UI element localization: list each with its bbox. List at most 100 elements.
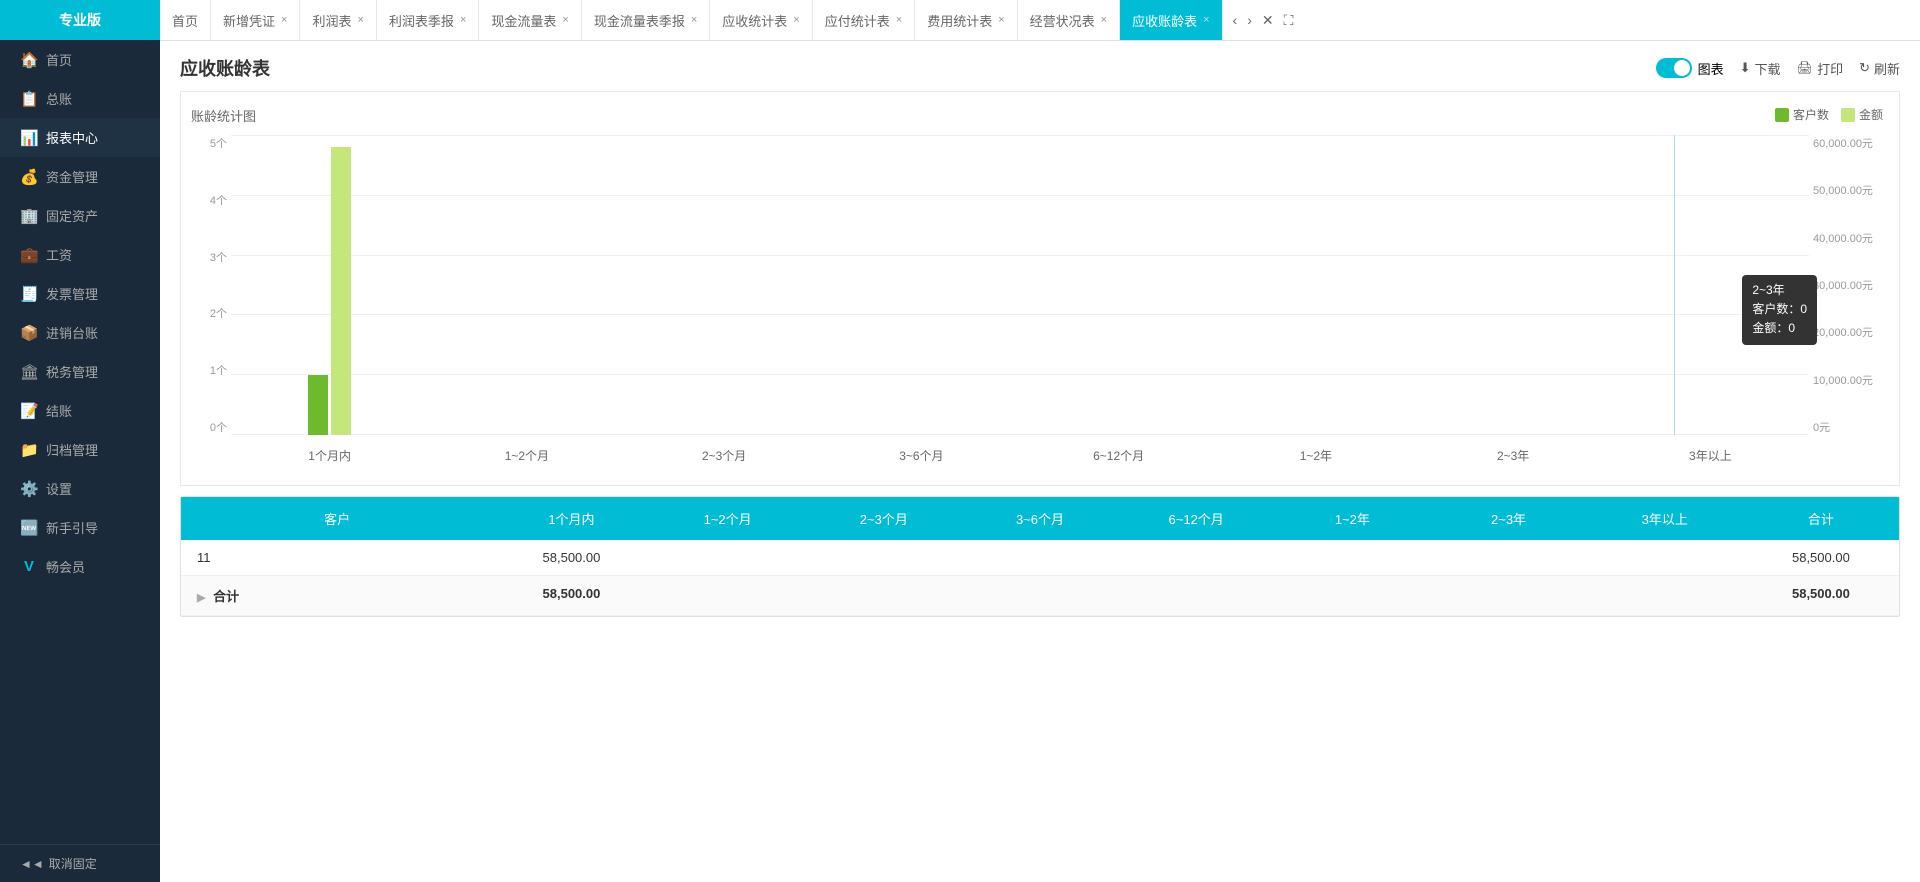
sidebar-item-report[interactable]: 📊 报表中心 [0, 118, 160, 157]
vip-icon: V [20, 558, 38, 575]
sidebar-item-archive[interactable]: 📁 归档管理 [0, 430, 160, 469]
tab-cashflow[interactable]: 现金流量表 × [479, 0, 581, 40]
x-label-36month: 3~6个月 [823, 435, 1020, 475]
sidebar-item-stock[interactable]: 📦 进销台账 [0, 313, 160, 352]
report-icon: 📊 [20, 129, 38, 147]
y-left-label-5: 5个 [210, 135, 227, 151]
legend-amount: 金额 [1841, 106, 1883, 123]
sidebar-label-vip: 畅会员 [46, 557, 85, 576]
tab-expense-stat[interactable]: 费用统计表 × [915, 0, 1017, 40]
chart-legend: 客户数 金额 [1775, 106, 1883, 123]
cell-m12-11 [650, 540, 806, 575]
bar-group-1month [231, 135, 428, 435]
tab-prev-button[interactable]: ‹ [1229, 10, 1242, 30]
tab-profit[interactable]: 利润表 × [300, 0, 376, 40]
col-header-m12: 1~2个月 [650, 497, 806, 540]
tab-cashflow-q[interactable]: 现金流量表季报 × [582, 0, 710, 40]
tab-new-voucher-label: 新增凭证 [223, 11, 275, 30]
sidebar-logo: 专业版 [0, 0, 160, 40]
tab-cashflow-label: 现金流量表 [491, 11, 556, 30]
tab-ar-aging[interactable]: 应收账龄表 × [1120, 0, 1222, 40]
tab-expense-stat-close[interactable]: × [998, 14, 1004, 26]
tab-profit-label: 利润表 [312, 11, 351, 30]
download-label: 下载 [1755, 59, 1781, 78]
legend-customer-label: 客户数 [1793, 106, 1829, 123]
col-header-m1: 1个月内 [493, 497, 649, 540]
arrow-left-icon: ◄◄ [20, 857, 44, 871]
refresh-button[interactable]: ↻ 刷新 [1859, 59, 1900, 78]
col-header-y12: 1~2年 [1274, 497, 1430, 540]
cell-total-y12 [1274, 576, 1430, 615]
sidebar-unpin[interactable]: ◄◄ 取消固定 [0, 844, 160, 882]
sidebar-item-settle[interactable]: 📝 结账 [0, 391, 160, 430]
col-header-m23: 2~3个月 [806, 497, 962, 540]
col-header-y3plus: 3年以上 [1587, 497, 1743, 540]
tab-profit-q-close[interactable]: × [460, 14, 466, 26]
tab-expand-button[interactable]: ⛶ [1280, 10, 1298, 31]
cell-y12-11 [1274, 540, 1430, 575]
refresh-label: 刷新 [1874, 59, 1900, 78]
bar-group-23month [626, 135, 823, 435]
tab-cashflow-q-close[interactable]: × [691, 14, 697, 26]
cell-total-m12 [650, 576, 806, 615]
chart-toggle[interactable] [1656, 58, 1692, 78]
sidebar-item-salary[interactable]: 💼 工资 [0, 235, 160, 274]
tab-next-button[interactable]: › [1243, 10, 1256, 30]
toggle-label: 图表 [1698, 59, 1724, 78]
bar-customer-1month [308, 375, 328, 435]
sidebar-item-fund[interactable]: 💰 资金管理 [0, 157, 160, 196]
x-label-12year: 1~2年 [1217, 435, 1414, 475]
sidebar-label-archive: 归档管理 [46, 440, 98, 459]
sidebar-item-asset[interactable]: 🏢 固定资产 [0, 196, 160, 235]
sidebar-item-tax[interactable]: 🏛 税务管理 [0, 352, 160, 391]
tab-profit-q[interactable]: 利润表季报 × [377, 0, 479, 40]
tab-profit-close[interactable]: × [357, 14, 363, 26]
archive-icon: 📁 [20, 441, 38, 459]
tab-close-all-button[interactable]: ✕ [1258, 10, 1278, 31]
tab-ar-aging-close[interactable]: × [1203, 14, 1209, 26]
bar-group-3plus [1612, 135, 1809, 435]
legend-amount-dot [1841, 108, 1855, 122]
sidebar-label-report: 报表中心 [46, 128, 98, 147]
cell-m612-11 [1118, 540, 1274, 575]
cell-total-grand: 58,500.00 [1743, 576, 1899, 615]
tab-ar-stat[interactable]: 应收统计表 × [710, 0, 812, 40]
sidebar-item-invoice[interactable]: 🧾 发票管理 [0, 274, 160, 313]
tab-profit-q-label: 利润表季报 [389, 11, 454, 30]
sidebar-label-tax: 税务管理 [46, 362, 98, 381]
tab-biz-stat[interactable]: 经营状况表 × [1018, 0, 1120, 40]
col-header-customer: 客户 [181, 497, 493, 540]
y-left-label-3: 3个 [210, 249, 227, 265]
tab-ar-stat-close[interactable]: × [793, 14, 799, 26]
sidebar-item-home[interactable]: 🏠 首页 [0, 40, 160, 79]
tab-ap-stat-close[interactable]: × [896, 14, 902, 26]
y-right-label-20k: 20,000.00元 [1813, 324, 1873, 340]
tab-new-voucher-close[interactable]: × [281, 14, 287, 26]
tab-ap-stat[interactable]: 应付统计表 × [813, 0, 915, 40]
y-right-label-30k: 30,000.00元 [1813, 277, 1873, 293]
print-icon: 🖨 [1797, 60, 1814, 76]
y-left-label-4: 4个 [210, 192, 227, 208]
sidebar-label-invoice: 发票管理 [46, 284, 98, 303]
print-button[interactable]: 🖨 打印 [1797, 59, 1844, 78]
cell-m23-11 [806, 540, 962, 575]
x-label-23month: 2~3个月 [626, 435, 823, 475]
cell-y3plus-11 [1587, 540, 1743, 575]
total-label: 合计 [213, 589, 239, 604]
chart-toggle-switch[interactable]: 图表 [1656, 58, 1724, 78]
ledger-icon: 📋 [20, 90, 38, 108]
sidebar-item-ledger[interactable]: 📋 总账 [0, 79, 160, 118]
tab-ap-stat-label: 应付统计表 [825, 11, 890, 30]
tab-new-voucher[interactable]: 新增凭证 × [211, 0, 300, 40]
cell-total-m23 [806, 576, 962, 615]
bar-group-23year [1415, 135, 1612, 435]
sidebar-item-guide[interactable]: 🆕 新手引导 [0, 508, 160, 547]
download-button[interactable]: ⬇ 下载 [1740, 59, 1781, 78]
sidebar-item-vip[interactable]: V 畅会员 [0, 547, 160, 586]
sidebar-item-settings[interactable]: ⚙️ 设置 [0, 469, 160, 508]
tab-biz-stat-close[interactable]: × [1101, 14, 1107, 26]
y-right-label-0: 0元 [1813, 419, 1830, 435]
tab-home[interactable]: 首页 [160, 0, 211, 40]
tab-cashflow-close[interactable]: × [562, 14, 568, 26]
col-header-m36: 3~6个月 [962, 497, 1118, 540]
